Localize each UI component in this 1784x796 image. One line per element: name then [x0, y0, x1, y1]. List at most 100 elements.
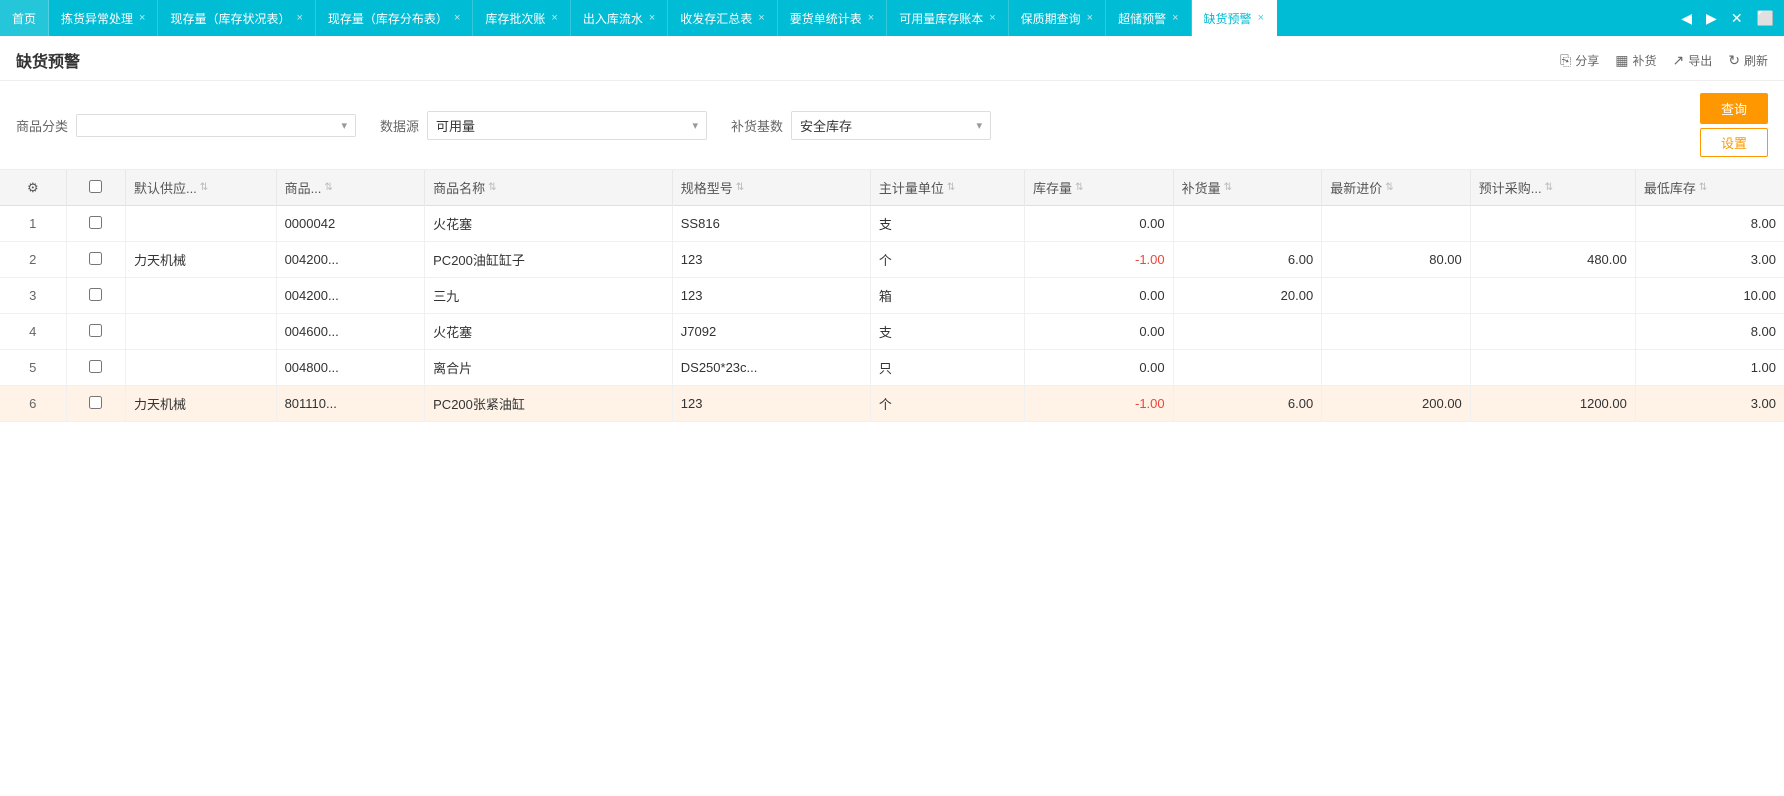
row-replenish: 20.00: [1173, 278, 1322, 314]
tab-close-batch-account[interactable]: ×: [551, 12, 557, 24]
tab-close-overstock[interactable]: ×: [1172, 12, 1178, 24]
row-checkbox[interactable]: [89, 252, 102, 265]
refresh-button[interactable]: ↻ 刷新: [1728, 52, 1768, 69]
table-row: 1 0000042 火花塞 SS816 支 0.00 8.00: [0, 206, 1784, 242]
row-stock: 0.00: [1025, 350, 1174, 386]
datasource-value: 可用量: [436, 116, 475, 135]
unit-sort-icon: ⇅: [947, 182, 955, 193]
row-number: 4: [0, 314, 66, 350]
row-spec: SS816: [672, 206, 870, 242]
th-stock[interactable]: 库存量 ⇅: [1025, 170, 1174, 206]
th-min-stock[interactable]: 最低库存 ⇅: [1635, 170, 1784, 206]
export-button[interactable]: ↗ 导出: [1673, 52, 1713, 69]
th-unit[interactable]: 主计量单位 ⇅: [870, 170, 1024, 206]
spec-sort-icon: ⇅: [736, 182, 744, 193]
tab-shortage[interactable]: 缺货预警 ×: [1192, 0, 1277, 36]
header-actions: ⎘ 分享 ▦ 补货 ↗ 导出 ↻ 刷新: [1560, 52, 1768, 69]
row-supplier: [125, 350, 276, 386]
page-title: 缺货预警: [16, 48, 80, 72]
tab-close-available-ledger[interactable]: ×: [989, 12, 995, 24]
row-product-name: 三九: [425, 278, 673, 314]
tab-close-inventory-dist[interactable]: ×: [454, 12, 460, 24]
replenish-button[interactable]: ▦ 补货: [1615, 52, 1656, 69]
table-row: 5 004800... 离合片 DS250*23c... 只 0.00 1.00: [0, 350, 1784, 386]
th-product-name[interactable]: 商品名称 ⇅: [425, 170, 673, 206]
th-latest-price[interactable]: 最新进价 ⇅: [1322, 170, 1471, 206]
row-stock: 0.00: [1025, 314, 1174, 350]
row-checkbox[interactable]: [89, 288, 102, 301]
export-icon: ↗: [1673, 52, 1685, 69]
tab-close-inventory-status[interactable]: ×: [296, 12, 302, 24]
row-replenish: [1173, 314, 1322, 350]
query-button[interactable]: 查询: [1700, 93, 1768, 124]
tab-inout-flow[interactable]: 出入库流水 ×: [571, 0, 668, 36]
replenish-base-label: 补货基数: [731, 116, 783, 135]
row-supplier: [125, 206, 276, 242]
row-stock: -1.00: [1025, 386, 1174, 422]
category-select[interactable]: ▾: [76, 114, 356, 137]
th-gear[interactable]: ⚙: [0, 170, 66, 206]
latest-price-sort-icon: ⇅: [1385, 182, 1393, 193]
row-checkbox-cell: [66, 242, 125, 278]
row-checkbox[interactable]: [89, 360, 102, 373]
th-supplier[interactable]: 默认供应... ⇅: [125, 170, 276, 206]
th-est-purchase[interactable]: 预计采购... ⇅: [1470, 170, 1635, 206]
tab-overstock[interactable]: 超储预警 ×: [1106, 0, 1191, 36]
tab-next-btn[interactable]: ▶: [1700, 8, 1723, 29]
tab-requisition-stat[interactable]: 要货单统计表 ×: [778, 0, 887, 36]
row-est-purchase: [1470, 206, 1635, 242]
th-product-code[interactable]: 商品... ⇅: [276, 170, 425, 206]
tab-abnormal[interactable]: 拣货异常处理 ×: [49, 0, 158, 36]
tab-close-abnormal[interactable]: ×: [139, 12, 145, 24]
tab-home[interactable]: 首页: [0, 0, 49, 36]
filter-actions: 查询 设置: [1700, 93, 1768, 157]
select-all-checkbox[interactable]: [89, 180, 102, 193]
row-spec: J7092: [672, 314, 870, 350]
row-spec: 123: [672, 386, 870, 422]
replenish-base-select[interactable]: 安全库存 ▾: [791, 111, 991, 140]
tab-batch-account[interactable]: 库存批次账 ×: [473, 0, 570, 36]
tab-inventory-dist[interactable]: 现存量（库存分布表） ×: [316, 0, 473, 36]
tab-close-shortage[interactable]: ×: [1258, 12, 1264, 24]
row-unit: 只: [870, 350, 1024, 386]
tab-inventory-status[interactable]: 现存量（库存状况表） ×: [158, 0, 315, 36]
tab-recv-summary[interactable]: 收发存汇总表 ×: [668, 0, 777, 36]
row-min-stock: 8.00: [1635, 314, 1784, 350]
tab-close-inout-flow[interactable]: ×: [649, 12, 655, 24]
row-checkbox-cell: [66, 386, 125, 422]
tab-close-expiry-query[interactable]: ×: [1087, 12, 1093, 24]
row-product-name: 离合片: [425, 350, 673, 386]
row-supplier: 力天机械: [125, 242, 276, 278]
table-row: 2 力天机械 004200... PC200油缸缸子 123 个 -1.00 6…: [0, 242, 1784, 278]
settings-button[interactable]: 设置: [1700, 128, 1768, 157]
row-checkbox-cell: [66, 314, 125, 350]
row-checkbox[interactable]: [89, 324, 102, 337]
row-spec: 123: [672, 242, 870, 278]
row-product-code: 004200...: [276, 278, 425, 314]
tab-close-all-btn[interactable]: ✕: [1725, 8, 1749, 29]
datasource-select[interactable]: 可用量 ▾: [427, 111, 707, 140]
row-min-stock: 1.00: [1635, 350, 1784, 386]
tab-close-recv-summary[interactable]: ×: [758, 12, 764, 24]
row-est-purchase: [1470, 314, 1635, 350]
th-replenish[interactable]: 补货量 ⇅: [1173, 170, 1322, 206]
replenish-base-value: 安全库存: [800, 116, 852, 135]
share-button[interactable]: ⎘ 分享: [1560, 52, 1599, 69]
row-product-name: PC200油缸缸子: [425, 242, 673, 278]
product-name-sort-icon: ⇅: [488, 182, 496, 193]
tab-expiry-query[interactable]: 保质期查询 ×: [1009, 0, 1106, 36]
row-est-purchase: [1470, 278, 1635, 314]
supplier-sort-icon: ⇅: [200, 182, 208, 193]
row-checkbox[interactable]: [89, 216, 102, 229]
table-container: ⚙ 默认供应... ⇅ 商品... ⇅: [0, 170, 1784, 422]
row-latest-price: [1322, 314, 1471, 350]
tab-available-ledger[interactable]: 可用量库存账本 ×: [887, 0, 1008, 36]
tab-expand-btn[interactable]: ⬜: [1751, 8, 1780, 29]
row-number: 6: [0, 386, 66, 422]
tab-close-requisition-stat[interactable]: ×: [868, 12, 874, 24]
row-number: 1: [0, 206, 66, 242]
th-spec[interactable]: 规格型号 ⇅: [672, 170, 870, 206]
tab-prev-btn[interactable]: ◀: [1675, 8, 1698, 29]
row-checkbox[interactable]: [89, 396, 102, 409]
row-supplier: 力天机械: [125, 386, 276, 422]
